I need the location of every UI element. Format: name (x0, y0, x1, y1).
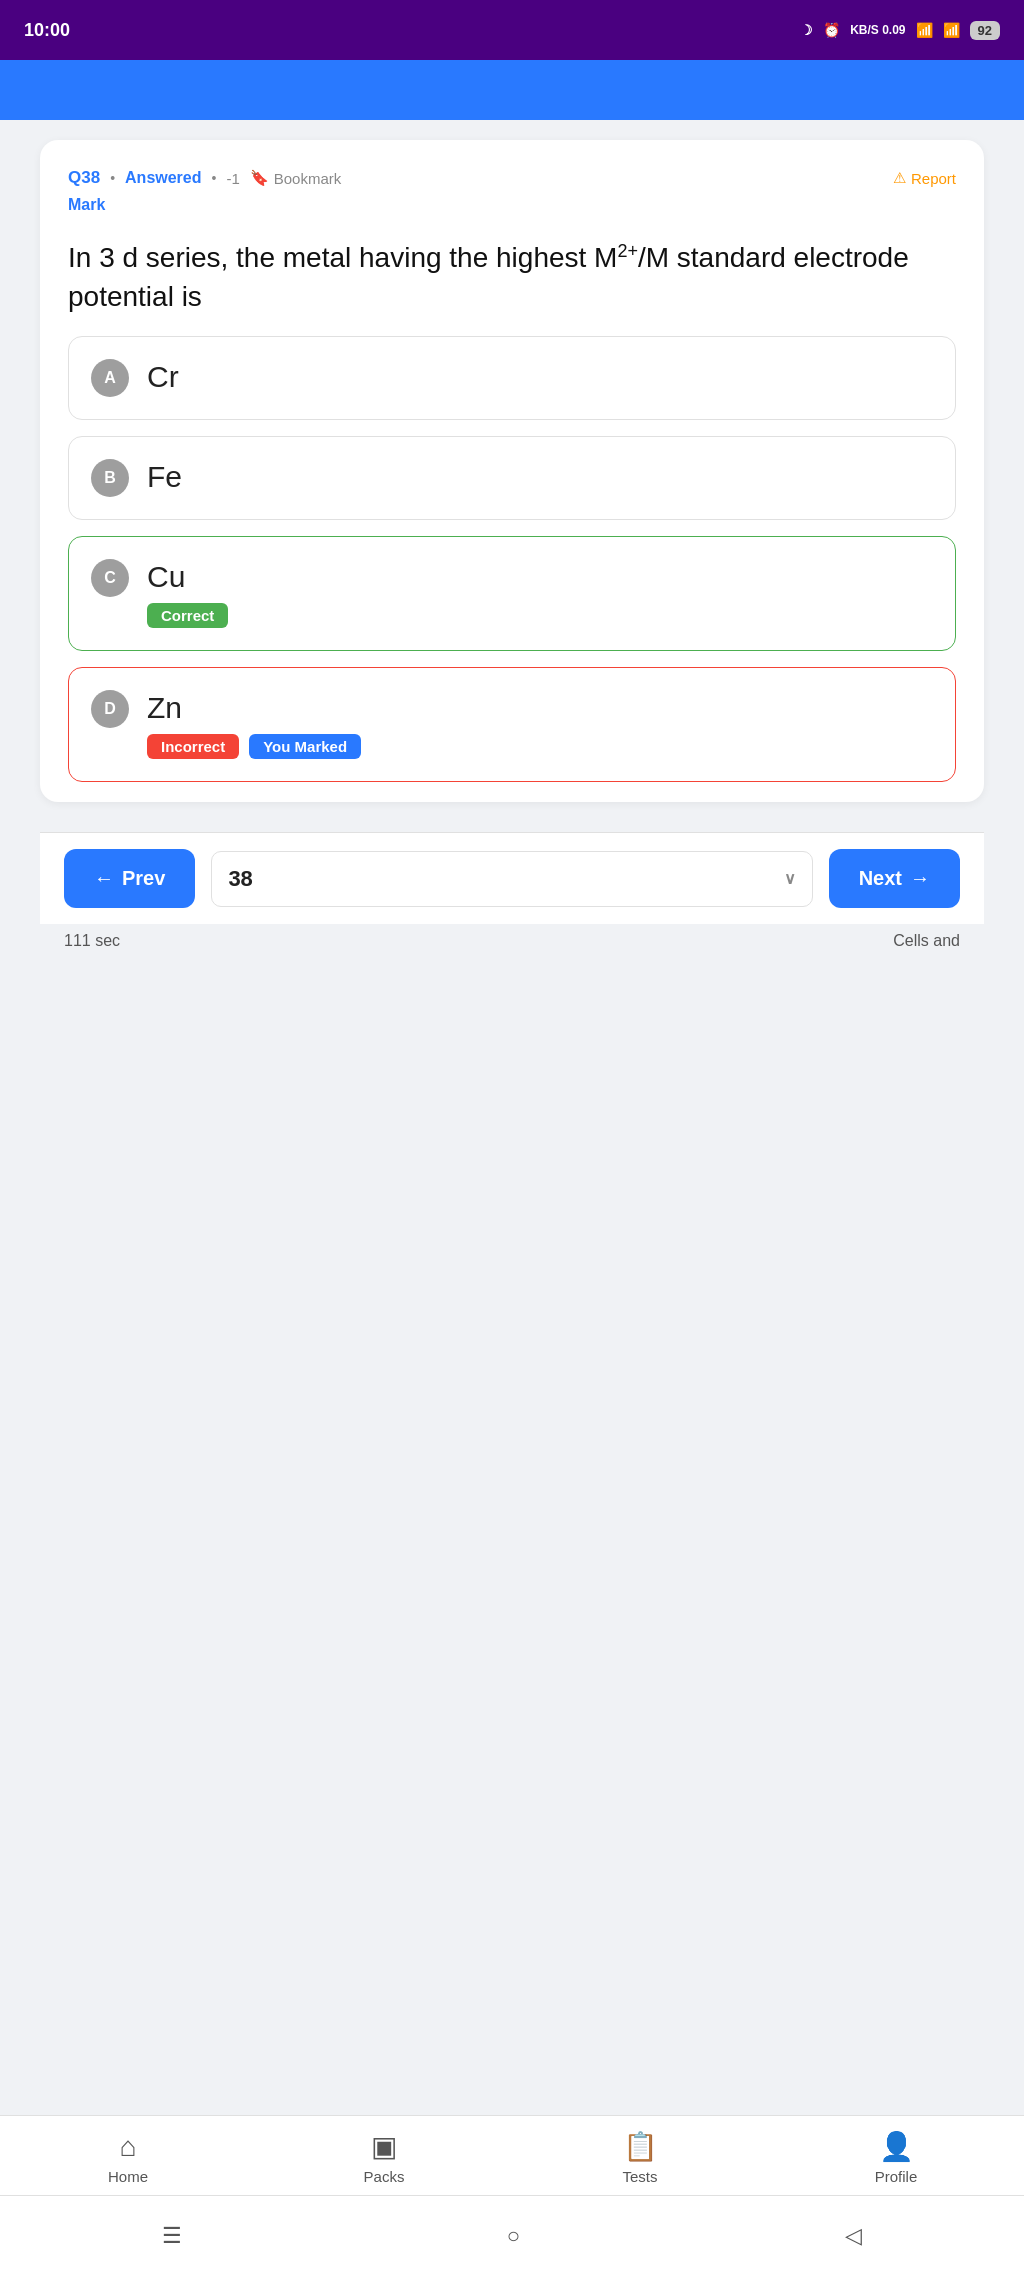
report-label: Report (911, 170, 956, 187)
profile-icon: 👤 (879, 2130, 914, 2163)
chevron-down-icon: ∨ (784, 869, 796, 888)
question-text: In 3 d series, the metal having the high… (68, 238, 956, 316)
home-icon: ⌂ (120, 2131, 137, 2163)
question-number: Q38 (68, 168, 100, 188)
time-display: 10:00 (24, 20, 70, 41)
answered-status: Answered (125, 169, 201, 187)
score-badge: -1 (226, 170, 239, 187)
question-meta: Q38 • Answered • -1 🔖 Bookmark ⚠ Report (68, 168, 956, 188)
dot-2: • (212, 170, 217, 186)
next-arrow-icon: → (910, 867, 930, 890)
status-right: ☽ ⏰ KB/S 0.09 📶 📶 92 (800, 21, 1000, 40)
tab-home-label: Home (108, 2168, 148, 2185)
option-d-text: Zn (147, 690, 933, 726)
bookmark-button[interactable]: 🔖 Bookmark (250, 169, 342, 187)
meta-left: Q38 • Answered • -1 🔖 Bookmark (68, 168, 341, 188)
timer-display: 111 sec (64, 932, 120, 950)
option-c-text: Cu (147, 559, 933, 595)
question-card: Q38 • Answered • -1 🔖 Bookmark ⚠ Report … (40, 140, 984, 802)
moon-icon: ☽ (800, 22, 813, 38)
android-back-icon[interactable]: ◁ (815, 2213, 892, 2259)
bookmark-icon: 🔖 (250, 169, 269, 187)
tab-profile-label: Profile (875, 2168, 918, 2185)
next-label: Next (859, 867, 902, 890)
prev-button[interactable]: ← Prev (64, 849, 195, 908)
main-content: Q38 • Answered • -1 🔖 Bookmark ⚠ Report … (0, 120, 1024, 970)
android-home-icon[interactable]: ○ (477, 2213, 550, 2259)
bottom-tab-bar: ⌂ Home ▣ Packs 📋 Tests 👤 Profile (0, 2115, 1024, 2195)
option-a-letter: A (91, 359, 129, 397)
option-c-badges: Correct (147, 603, 933, 628)
option-a-content: Cr (147, 359, 933, 395)
question-selector[interactable]: 38 ∨ (211, 851, 812, 907)
superscript: 2+ (617, 241, 638, 261)
report-button[interactable]: ⚠ Report (893, 169, 956, 187)
option-b[interactable]: B Fe (68, 436, 956, 520)
option-c-content: Cu Correct (147, 559, 933, 628)
cells-display: Cells and (893, 932, 960, 950)
correct-badge: Correct (147, 603, 228, 628)
top-blue-bar (0, 60, 1024, 120)
prev-arrow-icon: ← (94, 867, 114, 890)
next-button[interactable]: Next → (829, 849, 960, 908)
question-text-part1: In 3 d series, the metal having the high… (68, 242, 617, 273)
tab-profile[interactable]: 👤 Profile (846, 2130, 946, 2185)
option-a-text: Cr (147, 359, 933, 395)
battery-level: 92 (970, 21, 1000, 40)
dot-1: • (110, 170, 115, 186)
tab-packs[interactable]: ▣ Packs (334, 2130, 434, 2185)
android-menu-icon[interactable]: ☰ (132, 2213, 212, 2259)
question-select-value: 38 (228, 866, 252, 892)
mark-button[interactable]: Mark (68, 196, 956, 214)
incorrect-badge: Incorrect (147, 734, 239, 759)
options-list: A Cr B Fe C Cu Correct (68, 336, 956, 782)
option-c[interactable]: C Cu Correct (68, 536, 956, 651)
warning-icon: ⚠ (893, 169, 906, 187)
status-bar: 10:00 ☽ ⏰ KB/S 0.09 📶 📶 92 (0, 0, 1024, 60)
tab-tests[interactable]: 📋 Tests (590, 2130, 690, 2185)
meta-right: ⚠ Report (893, 169, 956, 187)
navigation-bar: ← Prev 38 ∨ Next → (40, 832, 984, 924)
tab-packs-label: Packs (364, 2168, 405, 2185)
option-d-letter: D (91, 690, 129, 728)
option-b-letter: B (91, 459, 129, 497)
clock-icon: ⏰ (823, 22, 840, 38)
data-speed: KB/S 0.09 (850, 23, 905, 37)
option-a[interactable]: A Cr (68, 336, 956, 420)
sub-nav-row: 111 sec Cells and (40, 924, 984, 950)
option-d-content: Zn Incorrect You Marked (147, 690, 933, 759)
tab-tests-label: Tests (622, 2168, 657, 2185)
you-marked-badge: You Marked (249, 734, 361, 759)
option-d-badges: Incorrect You Marked (147, 734, 933, 759)
tests-icon: 📋 (623, 2130, 658, 2163)
android-nav-bar: ☰ ○ ◁ (0, 2195, 1024, 2275)
bookmark-label: Bookmark (274, 170, 342, 187)
packs-icon: ▣ (371, 2130, 397, 2163)
option-c-letter: C (91, 559, 129, 597)
option-b-content: Fe (147, 459, 933, 495)
prev-label: Prev (122, 867, 165, 890)
signal-icon: 📶 (943, 22, 960, 38)
option-d[interactable]: D Zn Incorrect You Marked (68, 667, 956, 782)
wifi-icon: 📶 (916, 22, 933, 38)
option-b-text: Fe (147, 459, 933, 495)
tab-home[interactable]: ⌂ Home (78, 2131, 178, 2185)
